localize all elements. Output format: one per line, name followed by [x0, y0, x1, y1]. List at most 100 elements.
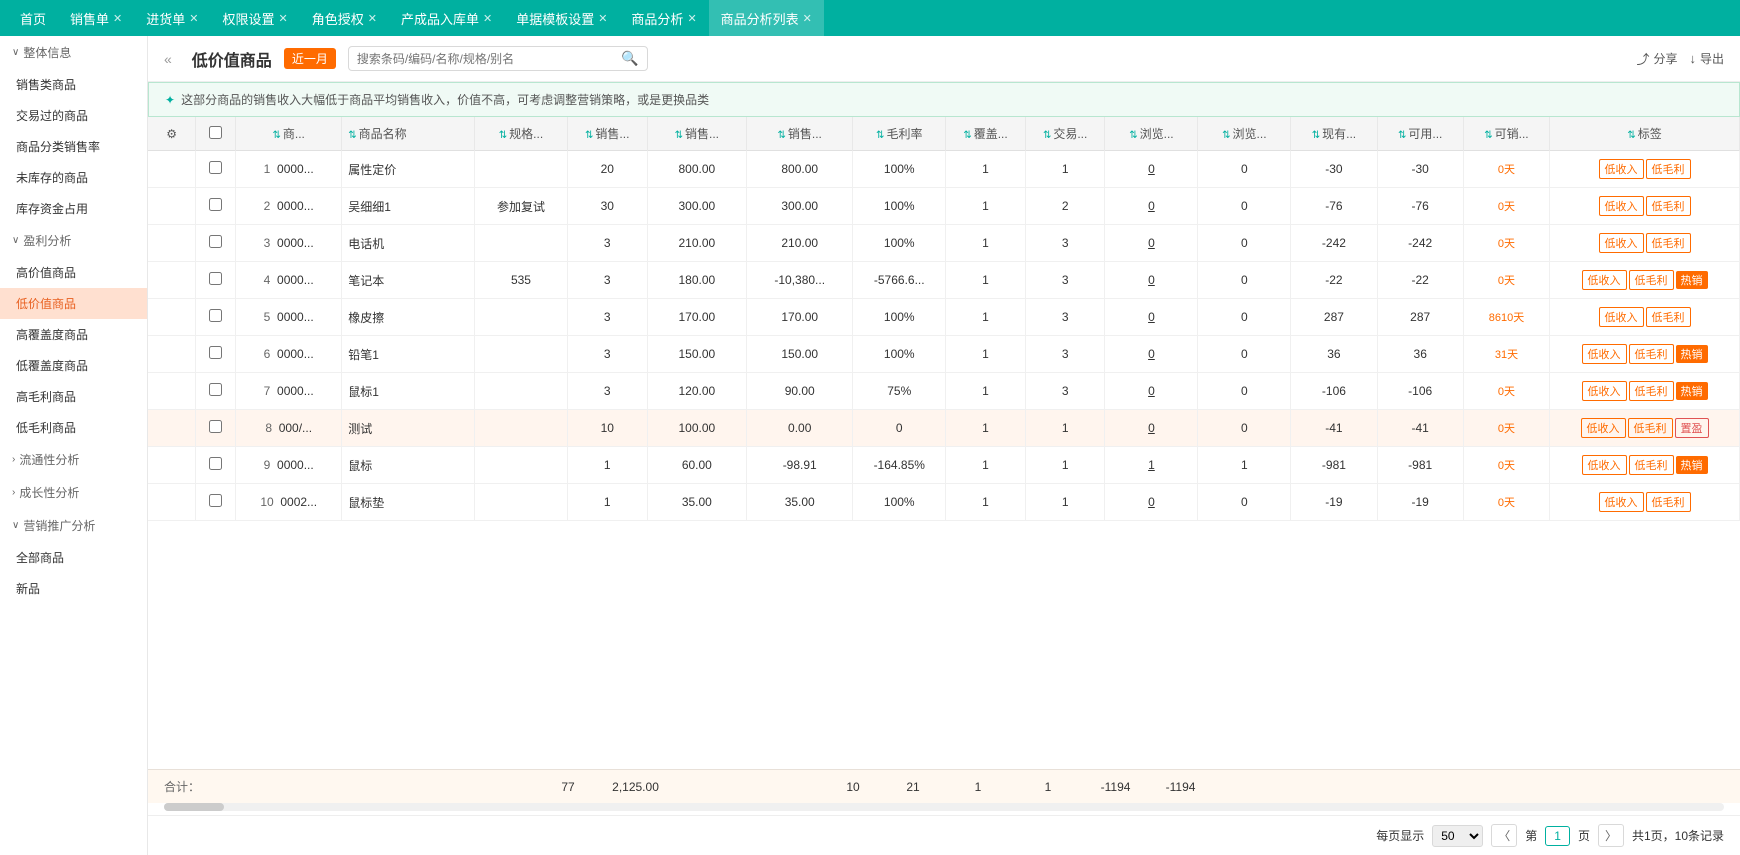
sidebar-item-sales-products[interactable]: 销售类商品 [0, 69, 147, 100]
row-margin-rate-cell: 100% [853, 484, 946, 521]
browse-link[interactable]: 0 [1148, 421, 1155, 435]
nav-tab-template[interactable]: 单据模板设置 ✕ [504, 0, 619, 36]
share-button[interactable]: ⤴ 分享 [1636, 49, 1677, 68]
row-check-cell[interactable] [196, 373, 236, 410]
sidebar-item-no-stock-products[interactable]: 未库存的商品 [0, 162, 147, 193]
sidebar-item-stock-capital[interactable]: 库存资金占用 [0, 193, 147, 224]
th-sale-income[interactable]: ⇅销售... [647, 117, 747, 151]
row-check-cell[interactable] [196, 225, 236, 262]
browse-link[interactable]: 0 [1148, 273, 1155, 287]
nav-home[interactable]: 首页 [8, 0, 58, 36]
nav-close-purchase-order[interactable]: ✕ [189, 12, 198, 25]
row-check-cell[interactable] [196, 447, 236, 484]
th-avail[interactable]: ⇅可用... [1377, 117, 1463, 151]
th-cover[interactable]: ⇅覆盖... [946, 117, 1026, 151]
select-all-checkbox[interactable] [209, 126, 222, 139]
nav-close-product-analysis-list[interactable]: ✕ [803, 12, 812, 25]
nav-tab-purchase-order[interactable]: 进货单 ✕ [134, 0, 210, 36]
nav-close-product-warehouse[interactable]: ✕ [483, 12, 492, 25]
scrollbar-thumb[interactable] [164, 803, 224, 811]
browse-link[interactable]: 0 [1148, 236, 1155, 250]
row-checkbox[interactable] [209, 457, 222, 470]
sidebar-item-high-coverage[interactable]: 高覆盖度商品 [0, 319, 147, 350]
nav-tab-permission[interactable]: 权限设置 ✕ [210, 0, 299, 36]
row-check-cell[interactable] [196, 484, 236, 521]
sidebar-item-low-margin[interactable]: 低毛利商品 [0, 412, 147, 443]
sidebar-item-all-products[interactable]: 全部商品 [0, 542, 147, 573]
nav-close-permission[interactable]: ✕ [279, 12, 288, 25]
th-browse2[interactable]: ⇅浏览... [1198, 117, 1291, 151]
first-page-btn[interactable]: 〈 [1491, 824, 1517, 847]
nav-tab-role[interactable]: 角色授权 ✕ [300, 0, 389, 36]
products-table: ⚙ ⇅商... ⇅商品名称 ⇅规格... ⇅销售... ⇅销售... ⇅销售..… [148, 117, 1740, 521]
nav-tab-product-analysis-list[interactable]: 商品分析列表 ✕ [709, 0, 824, 36]
nav-close-template[interactable]: ✕ [598, 12, 607, 25]
sidebar-group-circulation[interactable]: › 流通性分析 [0, 443, 147, 476]
sidebar-item-new-products[interactable]: 新品 [0, 573, 147, 604]
th-code[interactable]: ⇅商... [236, 117, 342, 151]
browse-link[interactable]: 0 [1148, 495, 1155, 509]
nav-close-sales-order[interactable]: ✕ [113, 12, 122, 25]
browse-link[interactable]: 0 [1148, 199, 1155, 213]
sidebar-item-high-value[interactable]: 高价值商品 [0, 257, 147, 288]
th-browse1[interactable]: ⇅浏览... [1105, 117, 1198, 151]
export-button[interactable]: ↓ 导出 [1689, 49, 1724, 68]
sidebar-item-high-margin[interactable]: 高毛利商品 [0, 381, 147, 412]
row-check-cell[interactable] [196, 299, 236, 336]
row-check-cell[interactable] [196, 336, 236, 373]
row-check-cell[interactable] [196, 410, 236, 447]
horizontal-scrollbar[interactable] [164, 803, 1724, 811]
row-check-cell[interactable] [196, 262, 236, 299]
sidebar-group-marketing[interactable]: ∨ 营销推广分析 [0, 509, 147, 542]
row-checkbox[interactable] [209, 346, 222, 359]
time-badge[interactable]: 近一月 [284, 48, 336, 69]
th-sale-cost[interactable]: ⇅销售... [747, 117, 853, 151]
sidebar-group-profit[interactable]: ∨ 盈利分析 [0, 224, 147, 257]
th-trade[interactable]: ⇅交易... [1025, 117, 1105, 151]
sidebar-item-low-value[interactable]: 低价值商品 [0, 288, 147, 319]
row-checkbox[interactable] [209, 198, 222, 211]
row-checkbox[interactable] [209, 161, 222, 174]
product-code: 0000... [277, 273, 314, 287]
next-page-btn[interactable]: 〉 [1598, 824, 1624, 847]
th-name[interactable]: ⇅商品名称 [342, 117, 475, 151]
browse-link[interactable]: 0 [1148, 347, 1155, 361]
sidebar-item-traded-products[interactable]: 交易过的商品 [0, 100, 147, 131]
row-checkbox[interactable] [209, 420, 222, 433]
browse-link[interactable]: 0 [1148, 384, 1155, 398]
row-checkbox[interactable] [209, 383, 222, 396]
th-sellable[interactable]: ⇅可销... [1463, 117, 1549, 151]
th-margin-rate[interactable]: ⇅毛利率 [853, 117, 946, 151]
nav-tab-product-analysis[interactable]: 商品分析 ✕ [619, 0, 708, 36]
browse-link[interactable]: 0 [1148, 162, 1155, 176]
row-browse2-cell: 0 [1198, 484, 1291, 521]
search-input[interactable] [357, 52, 618, 66]
row-check-cell[interactable] [196, 188, 236, 225]
page-size-select[interactable]: 50 100 200 [1432, 825, 1483, 847]
nav-tab-sales-order[interactable]: 销售单 ✕ [58, 0, 134, 36]
nav-close-product-analysis[interactable]: ✕ [687, 12, 696, 25]
browse-link[interactable]: 0 [1148, 310, 1155, 324]
row-checkbox[interactable] [209, 309, 222, 322]
collapse-sidebar-btn[interactable]: « [164, 51, 172, 67]
th-spec[interactable]: ⇅规格... [475, 117, 568, 151]
th-stock[interactable]: ⇅现有... [1291, 117, 1377, 151]
table-container[interactable]: ⚙ ⇅商... ⇅商品名称 ⇅规格... ⇅销售... ⇅销售... ⇅销售..… [148, 117, 1740, 769]
th-tag[interactable]: ⇅标签 [1550, 117, 1740, 151]
sidebar-group-overall[interactable]: ∨ 整体信息 [0, 36, 147, 69]
sidebar-group-growth[interactable]: › 成长性分析 [0, 476, 147, 509]
row-checkbox[interactable] [209, 235, 222, 248]
th-check[interactable] [196, 117, 236, 151]
footer-sale-qty: 77 [538, 780, 598, 794]
row-checkbox[interactable] [209, 272, 222, 285]
row-check-cell[interactable] [196, 151, 236, 188]
sidebar-item-low-coverage[interactable]: 低覆盖度商品 [0, 350, 147, 381]
nav-close-role[interactable]: ✕ [368, 12, 377, 25]
th-sale-qty[interactable]: ⇅销售... [567, 117, 647, 151]
th-settings[interactable]: ⚙ [148, 117, 196, 151]
row-checkbox[interactable] [209, 494, 222, 507]
search-box[interactable]: 🔍 [348, 46, 648, 71]
browse-link[interactable]: 1 [1148, 458, 1155, 472]
nav-tab-product-warehouse[interactable]: 产成品入库单 ✕ [389, 0, 504, 36]
sidebar-item-category-sales-rate[interactable]: 商品分类销售率 [0, 131, 147, 162]
